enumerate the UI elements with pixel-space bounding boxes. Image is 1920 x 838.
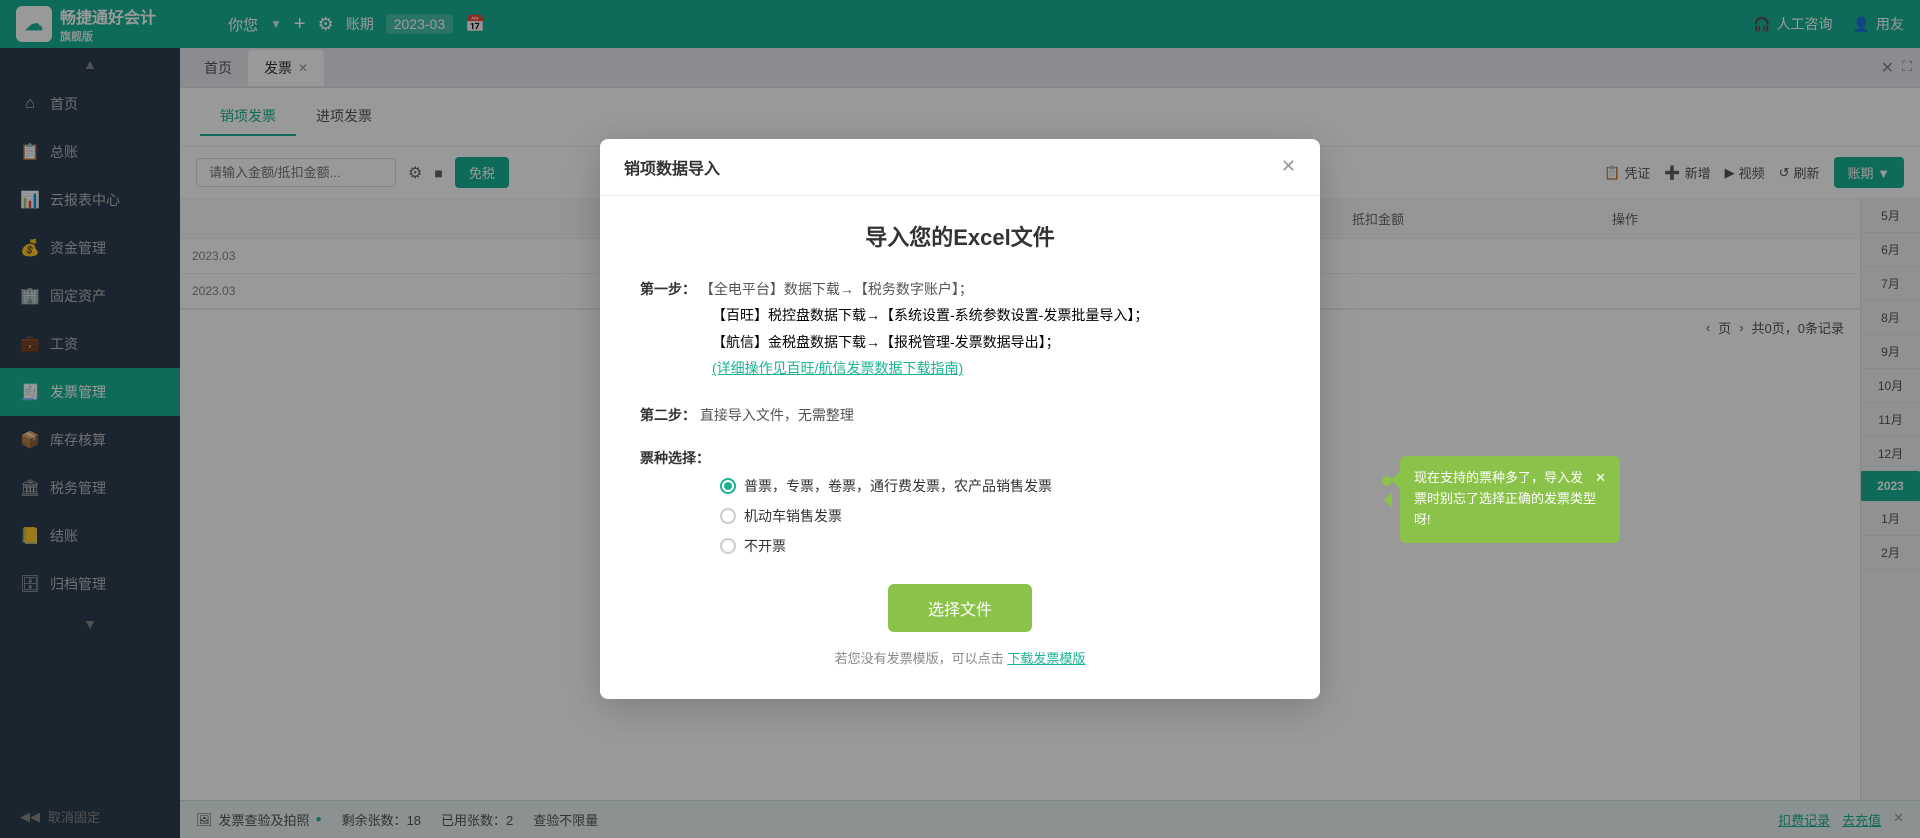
ticket-select: 票种选择： 普票，专票，卷票，通行费发票，农产品销售发票 ✕ [640, 448, 1280, 556]
radio-option-2[interactable]: 机动车销售发票 [720, 506, 1280, 526]
tooltip-arrow [1390, 472, 1400, 488]
modal-main-title: 导入您的Excel文件 [640, 220, 1280, 252]
tooltip-close-icon[interactable]: ✕ [1595, 468, 1606, 489]
step-1: 第一步： 【全电平台】数据下载→【税务数字账户】； 【百旺】税控盘数据下载→【系… [640, 276, 1280, 382]
radio-circle-1 [720, 478, 736, 494]
select-file-button[interactable]: 选择文件 [888, 584, 1032, 632]
modal-dialog: 销项数据导入 ✕ 导入您的Excel文件 第一步： 【全电平台】数据下载→【税务… [600, 139, 1320, 700]
modal-title: 销项数据导入 [624, 155, 720, 179]
download-template-link[interactable]: 下载发票模版 [1007, 651, 1085, 666]
ticket-select-label: 票种选择： [640, 450, 710, 466]
step1-guide-link[interactable]: (详细操作见百旺/航信发票数据下载指南) [712, 360, 963, 376]
tooltip-container: ✕ 现在支持的票种多了，导入发票时别忘了选择正确的发票类型呀! [1400, 456, 1620, 542]
radio-circle-3 [720, 538, 736, 554]
footer-text: 若您没有发票模版，可以点击 [835, 651, 1004, 666]
step1-label: 第一步： [640, 281, 696, 297]
modal-close-icon[interactable]: ✕ [1281, 156, 1296, 177]
radio-label-3: 不开票 [744, 536, 786, 556]
tooltip-bubble: ✕ 现在支持的票种多了，导入发票时别忘了选择正确的发票类型呀! [1400, 456, 1620, 542]
modal-footer: 若您没有发票模版，可以点击 下载发票模版 [640, 648, 1280, 667]
modal-overlay[interactable]: 销项数据导入 ✕ 导入您的Excel文件 第一步： 【全电平台】数据下载→【税务… [0, 0, 1920, 838]
radio-option-3[interactable]: 不开票 [720, 536, 1280, 556]
modal-actions: 选择文件 [640, 584, 1280, 632]
radio-circle-2 [720, 508, 736, 524]
modal-body: 导入您的Excel文件 第一步： 【全电平台】数据下载→【税务数字账户】； 【百… [600, 196, 1320, 700]
step-2: 第二步： 直接导入文件，无需整理 [640, 402, 1280, 429]
radio-group: 普票，专票，卷票，通行费发票，农产品销售发票 ✕ 现在支持的票种多了，导入发票时… [640, 476, 1280, 556]
radio-option-1[interactable]: 普票，专票，卷票，通行费发票，农产品销售发票 ✕ 现在支持的票种多了，导入发票时… [720, 476, 1280, 496]
step2-content: 直接导入文件，无需整理 [700, 407, 854, 423]
step1-line1: 【全电平台】数据下载→【税务数字账户】； [700, 281, 973, 297]
step1-line2: 【百旺】税控盘数据下载→【系统设置-系统参数设置-发票批量导入】； [640, 302, 1280, 329]
step2-label: 第二步： [640, 407, 696, 423]
radio-label-1: 普票，专票，卷票，通行费发票，农产品销售发票 [744, 476, 1052, 496]
step1-line3: 【航信】金税盘数据下载→【报税管理-发票数据导出】； [640, 329, 1280, 356]
radio-label-2: 机动车销售发票 [744, 506, 842, 526]
step1-link: (详细操作见百旺/航信发票数据下载指南) [640, 355, 1280, 382]
tooltip-text: 现在支持的票种多了，导入发票时别忘了选择正确的发票类型呀! [1414, 470, 1596, 527]
modal-header: 销项数据导入 ✕ [600, 139, 1320, 196]
